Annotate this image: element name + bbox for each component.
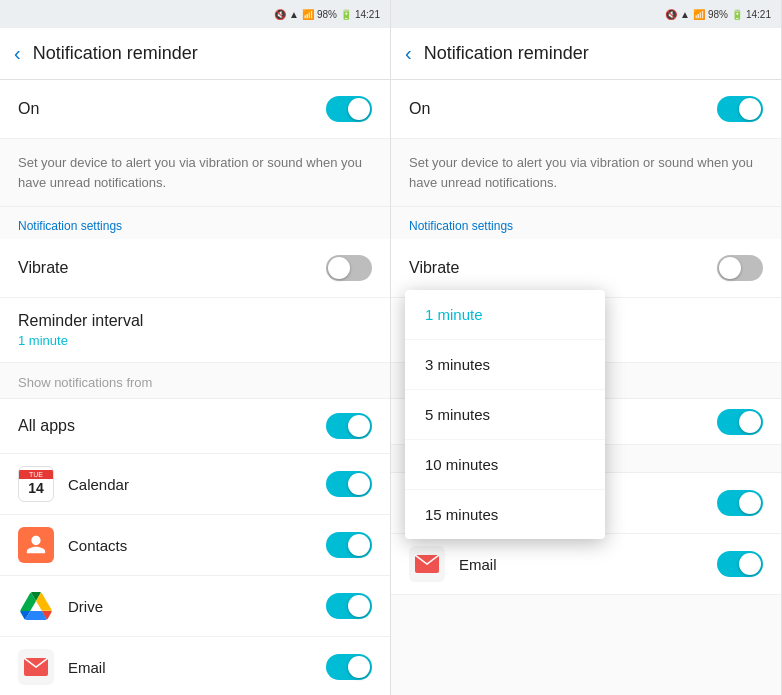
- email-knob-right: [739, 553, 761, 575]
- on-toggle-right[interactable]: [717, 96, 763, 122]
- calendar-toggle-left[interactable]: [326, 471, 372, 497]
- contacts-knob-left: [348, 534, 370, 556]
- cal-day-left: TUE: [19, 470, 53, 479]
- email-icon-left: [18, 649, 54, 685]
- email-toggle-left[interactable]: [326, 654, 372, 680]
- email-name-right: Email: [459, 556, 717, 573]
- vibrate-knob-right: [719, 257, 741, 279]
- battery-text: 98%: [317, 9, 337, 20]
- all-apps-toggle-right[interactable]: [717, 409, 763, 435]
- vibrate-toggle-right[interactable]: [717, 255, 763, 281]
- wifi-icon-right: ▲: [680, 9, 690, 20]
- battery-icon: 🔋: [340, 9, 352, 20]
- vibrate-knob-left: [328, 257, 350, 279]
- reminder-value-left: 1 minute: [18, 333, 372, 348]
- drive-knob-left: [348, 595, 370, 617]
- dropdown-item-3minutes[interactable]: 3 minutes: [405, 340, 605, 390]
- on-toggle-left[interactable]: [326, 96, 372, 122]
- dropdown-item-5minutes[interactable]: 5 minutes: [405, 390, 605, 440]
- notification-settings-header-left: Notification settings: [0, 207, 390, 239]
- drive-row-left: Drive: [0, 576, 390, 637]
- status-bar-left: 🔇 ▲ 📶 98% 🔋 14:21: [0, 0, 390, 28]
- wifi-icon: ▲: [289, 9, 299, 20]
- toggle-knob-right: [739, 98, 761, 120]
- left-panel: 🔇 ▲ 📶 98% 🔋 14:21 ‹ Notification reminde…: [0, 0, 391, 695]
- all-apps-toggle-left[interactable]: [326, 413, 372, 439]
- email-icon-right: [409, 546, 445, 582]
- header-left: ‹ Notification reminder: [0, 28, 390, 80]
- calendar-row-left: TUE 14 Calendar: [0, 454, 390, 515]
- cal-date-left: 14: [28, 479, 44, 499]
- email-knob-left: [348, 656, 370, 678]
- calendar-icon-left: TUE 14: [18, 466, 54, 502]
- drive-knob-right: [739, 492, 761, 514]
- dropdown-item-1minute[interactable]: 1 minute: [405, 290, 605, 340]
- contacts-toggle-left[interactable]: [326, 532, 372, 558]
- status-icons-left: 🔇 ▲ 📶 98% 🔋 14:21: [274, 9, 380, 20]
- all-apps-knob-left: [348, 415, 370, 437]
- drive-name-left: Drive: [68, 598, 326, 615]
- show-notifications-header-left: Show notifications from: [0, 363, 390, 399]
- on-toggle-row-left: On: [0, 80, 390, 139]
- all-apps-label-left: All apps: [18, 417, 75, 435]
- back-button-right[interactable]: ‹: [405, 42, 412, 65]
- on-label-right: On: [409, 100, 430, 118]
- drive-toggle-left[interactable]: [326, 593, 372, 619]
- contacts-icon-left: [18, 527, 54, 563]
- time-left: 14:21: [355, 9, 380, 20]
- on-label-left: On: [18, 100, 39, 118]
- vibrate-toggle-left[interactable]: [326, 255, 372, 281]
- battery-icon-right: 🔋: [731, 9, 743, 20]
- description-left: Set your device to alert you via vibrati…: [0, 139, 390, 207]
- vibrate-label-left: Vibrate: [18, 259, 68, 277]
- mute-icon-right: 🔇: [665, 9, 677, 20]
- dropdown-menu: 1 minute 3 minutes 5 minutes 10 minutes …: [405, 290, 605, 539]
- calendar-name-left: Calendar: [68, 476, 326, 493]
- email-toggle-right[interactable]: [717, 551, 763, 577]
- back-button-left[interactable]: ‹: [14, 42, 21, 65]
- time-right: 14:21: [746, 9, 771, 20]
- all-apps-row-left: All apps: [0, 399, 390, 454]
- page-title-right: Notification reminder: [424, 43, 589, 64]
- contacts-row-left: Contacts: [0, 515, 390, 576]
- toggle-knob-left: [348, 98, 370, 120]
- contacts-name-left: Contacts: [68, 537, 326, 554]
- email-name-left: Email: [68, 659, 326, 676]
- vibrate-row-left: Vibrate: [0, 239, 390, 298]
- all-apps-knob-right: [739, 411, 761, 433]
- dropdown-item-15minutes[interactable]: 15 minutes: [405, 490, 605, 539]
- signal-icon: 📶: [302, 9, 314, 20]
- email-svg-right: [415, 555, 439, 573]
- dropdown-item-10minutes[interactable]: 10 minutes: [405, 440, 605, 490]
- on-toggle-row-right: On: [391, 80, 781, 139]
- status-bar-right: 🔇 ▲ 📶 98% 🔋 14:21: [391, 0, 781, 28]
- notification-settings-header-right: Notification settings: [391, 207, 781, 239]
- drive-svg-left: [20, 592, 52, 620]
- contacts-svg-left: [25, 534, 47, 556]
- header-right: ‹ Notification reminder: [391, 28, 781, 80]
- battery-text-right: 98%: [708, 9, 728, 20]
- description-right: Set your device to alert you via vibrati…: [391, 139, 781, 207]
- email-row-left: Email: [0, 637, 390, 695]
- email-svg-left: [24, 658, 48, 676]
- vibrate-label-right: Vibrate: [409, 259, 459, 277]
- calendar-knob-left: [348, 473, 370, 495]
- right-panel: 🔇 ▲ 📶 98% 🔋 14:21 ‹ Notification reminde…: [391, 0, 782, 695]
- signal-icon-right: 📶: [693, 9, 705, 20]
- content-left: On Set your device to alert you via vibr…: [0, 80, 390, 695]
- reminder-title-left: Reminder interval: [18, 312, 372, 330]
- status-icons-right: 🔇 ▲ 📶 98% 🔋 14:21: [665, 9, 771, 20]
- reminder-interval-row-left[interactable]: Reminder interval 1 minute: [0, 298, 390, 363]
- mute-icon: 🔇: [274, 9, 286, 20]
- page-title-left: Notification reminder: [33, 43, 198, 64]
- drive-icon-left: [18, 588, 54, 624]
- drive-toggle-right[interactable]: [717, 490, 763, 516]
- email-row-right: Email: [391, 534, 781, 595]
